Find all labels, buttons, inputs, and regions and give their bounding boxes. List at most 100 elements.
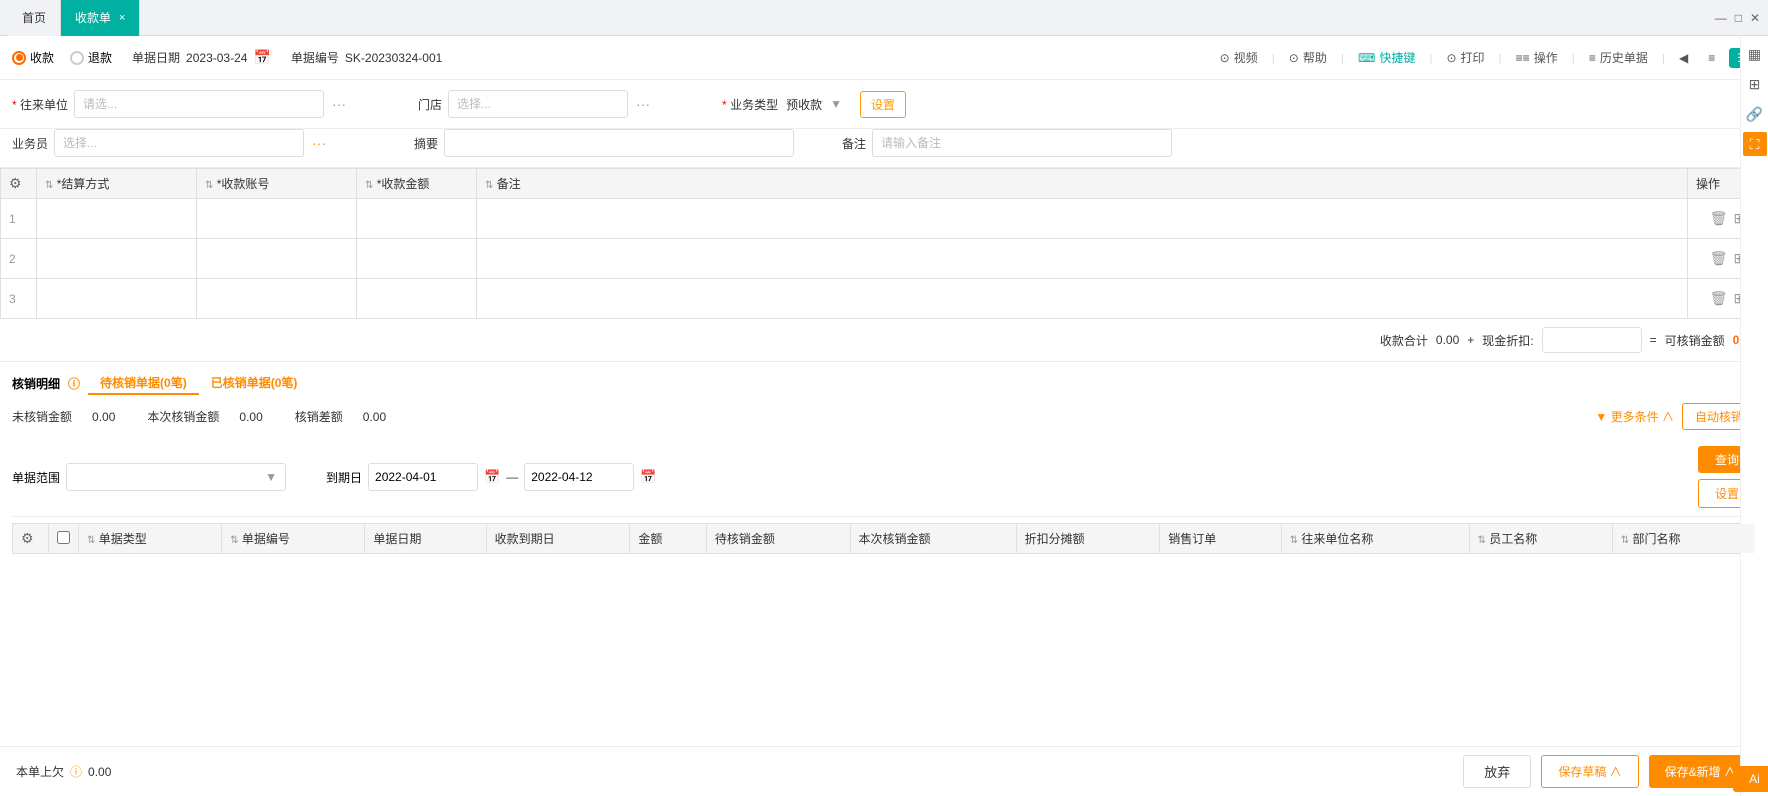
business-type-chevron[interactable]: ▼ (830, 97, 842, 111)
due-date-from-calendar-icon[interactable]: 📅 (484, 469, 500, 485)
current-verify-value: 0.00 (239, 410, 262, 424)
row-2-delete-btn[interactable]: 🗑 (1710, 250, 1728, 267)
tab-pending[interactable]: 待核销单据(0笔) (88, 372, 199, 395)
discard-btn[interactable]: 放弃 (1463, 755, 1531, 788)
verification-info-icon[interactable]: ⓘ (68, 375, 80, 392)
btcol-current: 本次核销金额 (850, 524, 1016, 554)
row-1-account[interactable] (197, 199, 357, 239)
staff-more-btn[interactable]: ··· (312, 135, 326, 151)
btcol-dept: ⇅ 部门名称 (1612, 524, 1755, 554)
set-button[interactable]: 设置 (860, 91, 906, 118)
store-more-btn[interactable]: ··· (636, 96, 650, 112)
save-new-label: 保存&新增 ∧ (1665, 763, 1736, 780)
operations-btn[interactable]: ≡≡ 操作 (1510, 47, 1564, 68)
right-sidebar: ▦ ⊞ 🔗 ⛶ Ai (1740, 36, 1768, 796)
total-value: 0.00 (1436, 333, 1459, 347)
window-controls: — □ ✕ (1715, 11, 1760, 25)
radio-refund[interactable]: 退款 (70, 49, 112, 66)
row-1-settle[interactable] (37, 199, 197, 239)
due-date-to-input[interactable] (524, 463, 634, 491)
form-section-row2: 业务员 ··· 摘要 备注 (0, 129, 1768, 168)
counterpart-more-btn[interactable]: ··· (332, 96, 346, 112)
counterpart-input[interactable] (74, 90, 324, 118)
col-amount-label: *收款金额 (377, 177, 430, 191)
tab-receipt[interactable]: 收款单 × (61, 0, 140, 36)
layout1-icon: ≡ (1708, 51, 1715, 65)
save-draft-btn[interactable]: 保存草稿 ∧ (1541, 755, 1638, 788)
remark-label: 备注 (842, 135, 866, 152)
row-1-remark[interactable] (477, 199, 1688, 239)
due-date-from-input[interactable] (368, 463, 478, 491)
range-select-dropdown[interactable]: ▼ (66, 463, 286, 491)
search-form: 单据范围 ▼ 到期日 📅 — 📅 查询 设置 (12, 438, 1756, 517)
btcol-discount: 折扣分摊额 (1016, 524, 1160, 554)
radio-group: 收款 退款 (12, 49, 112, 66)
help-label: 帮助 (1303, 49, 1327, 66)
more-conditions-btn[interactable]: ▼ 更多条件 ∧ (1595, 408, 1674, 425)
store-label: 门店 (418, 96, 442, 113)
bt-gear-icon[interactable]: ⚙ (21, 530, 34, 546)
bill-date-calendar-icon[interactable]: 📅 (253, 49, 270, 66)
maximize-icon[interactable]: □ (1735, 11, 1742, 25)
sidebar-copy-icon[interactable]: ⊞ (1743, 72, 1767, 96)
row-3-amount[interactable] (357, 279, 477, 319)
bill-date-field: 单据日期 2023-03-24 📅 (132, 49, 271, 66)
staff-input[interactable] (54, 129, 304, 157)
sidebar-screen-icon[interactable]: ⛶ (1743, 132, 1767, 156)
row-3-delete-btn[interactable]: 🗑 (1710, 290, 1728, 307)
close-icon[interactable]: ✕ (1750, 11, 1760, 25)
verify-diff-value: 0.00 (363, 410, 386, 424)
radio-receipt[interactable]: 收款 (12, 49, 54, 66)
row-3-account[interactable] (197, 279, 357, 319)
row-3-remark[interactable] (477, 279, 1688, 319)
row-2-amount[interactable] (357, 239, 477, 279)
verification-tabs: 待核销单据(0笔) 已核销单据(0笔) (88, 372, 309, 395)
row-2-settle[interactable] (37, 239, 197, 279)
verification-title: 核销明细 ⓘ 待核销单据(0笔) 已核销单据(0笔) (12, 372, 1756, 395)
btcol-bill-type: ⇅ 单据类型 (79, 524, 222, 554)
abstract-input[interactable] (444, 129, 794, 157)
operations-icon: ≡≡ (1516, 51, 1530, 65)
tab-home[interactable]: 首页 (8, 0, 61, 36)
ai-btn[interactable]: Ai (1733, 766, 1768, 792)
select-all-checkbox[interactable] (57, 531, 70, 544)
row-3-settle[interactable] (37, 279, 197, 319)
video-btn[interactable]: ⊙ 视频 (1214, 47, 1264, 68)
divider2: | (1341, 51, 1344, 65)
sidebar-table-icon[interactable]: ▦ (1743, 42, 1767, 66)
video-label: 视频 (1234, 49, 1258, 66)
ai-label: Ai (1749, 772, 1760, 786)
print-label: 打印 (1461, 49, 1485, 66)
minimize-icon[interactable]: — (1715, 11, 1727, 25)
shortcut-btn[interactable]: ⌨ 快捷键 (1352, 47, 1421, 68)
sidebar-link-icon[interactable]: 🔗 (1743, 102, 1767, 126)
prev-btn[interactable]: ◀ (1673, 49, 1694, 67)
counterpart-row: 往来单位 ··· (12, 90, 346, 118)
row-1-delete-btn[interactable]: 🗑 (1710, 210, 1728, 227)
video-icon: ⊙ (1220, 51, 1230, 65)
layout1-btn[interactable]: ≡ (1702, 49, 1721, 67)
staff-row: 业务员 ··· (12, 129, 326, 157)
gear-icon[interactable]: ⚙ (9, 175, 22, 191)
radio-receipt-circle (12, 51, 26, 65)
history-btn[interactable]: ≡ 历史单据 (1583, 47, 1654, 68)
row-2-remark[interactable] (477, 239, 1688, 279)
tab-close-icon[interactable]: × (119, 12, 125, 24)
row-2-num: 2 (1, 239, 37, 279)
store-input[interactable] (448, 90, 628, 118)
remark-input[interactable] (872, 129, 1172, 157)
due-date-to-calendar-icon[interactable]: 📅 (640, 469, 656, 485)
business-type-row: 业务类型 预收款 ▼ (722, 96, 842, 113)
bill-date-label: 单据日期 (132, 49, 180, 66)
print-btn[interactable]: ⊙ 打印 (1440, 47, 1490, 68)
counterpart-label: 往来单位 (12, 96, 68, 113)
row-2-account[interactable] (197, 239, 357, 279)
staff-label: 业务员 (12, 135, 48, 152)
tab-verified[interactable]: 已核销单据(0笔) (199, 372, 310, 395)
discount-input[interactable] (1542, 327, 1642, 353)
due-date-range: 到期日 📅 — 📅 (326, 463, 656, 491)
btcol-settings: ⚙ (13, 524, 49, 554)
footer-info-icon[interactable]: ⓘ (70, 763, 82, 780)
row-1-amount[interactable] (357, 199, 477, 239)
help-btn[interactable]: ⊙ 帮助 (1283, 47, 1333, 68)
